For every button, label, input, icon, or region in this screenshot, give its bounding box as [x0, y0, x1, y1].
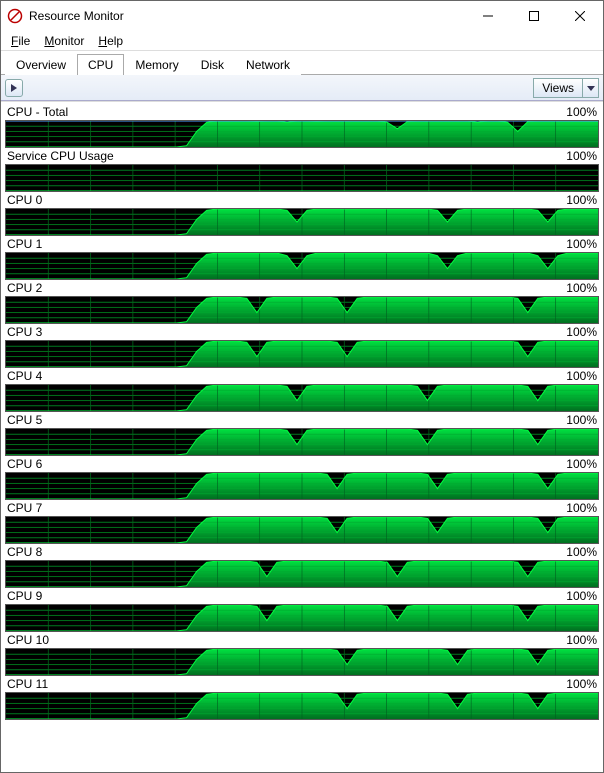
graph-chart: [5, 692, 599, 720]
graph-label: CPU 0: [7, 193, 42, 207]
graph-row: CPU 0 100%: [5, 192, 599, 236]
menu-file[interactable]: File: [5, 32, 36, 50]
graph-header: CPU 6 100%: [5, 456, 599, 472]
graph-chart: [5, 120, 599, 148]
graph-chart: [5, 252, 599, 280]
graph-chart: [5, 428, 599, 456]
graph-header: CPU 0 100%: [5, 192, 599, 208]
menubar: File Monitor Help: [1, 31, 603, 51]
tab-network[interactable]: Network: [235, 54, 301, 75]
graph-max: 100%: [566, 369, 597, 383]
graph-row: CPU 6 100%: [5, 456, 599, 500]
graph-header: CPU 3 100%: [5, 324, 599, 340]
minimize-button[interactable]: [465, 1, 511, 31]
graph-chart: [5, 516, 599, 544]
tab-cpu[interactable]: CPU: [77, 54, 124, 75]
graph-label: CPU 4: [7, 369, 42, 383]
graph-label: CPU 1: [7, 237, 42, 251]
window-title: Resource Monitor: [29, 9, 124, 23]
graph-header: CPU 7 100%: [5, 500, 599, 516]
graph-header: CPU 4 100%: [5, 368, 599, 384]
graph-header: CPU 10 100%: [5, 632, 599, 648]
graph-max: 100%: [566, 501, 597, 515]
graph-max: 100%: [566, 457, 597, 471]
chevron-right-icon: [10, 84, 18, 92]
close-button[interactable]: [557, 1, 603, 31]
graph-row: CPU 10 100%: [5, 632, 599, 676]
graph-row: CPU 3 100%: [5, 324, 599, 368]
maximize-button[interactable]: [511, 1, 557, 31]
graph-chart: [5, 208, 599, 236]
graph-label: CPU 10: [7, 633, 49, 647]
views-label: Views: [534, 81, 582, 95]
graph-max: 100%: [566, 237, 597, 251]
graph-max: 100%: [566, 633, 597, 647]
graph-chart: [5, 384, 599, 412]
graph-label: CPU 9: [7, 589, 42, 603]
titlebar: Resource Monitor: [1, 1, 603, 31]
menu-monitor[interactable]: Monitor: [38, 32, 90, 50]
graph-chart: [5, 296, 599, 324]
graph-label: CPU 11: [7, 677, 48, 691]
graph-label: CPU 8: [7, 545, 42, 559]
graph-max: 100%: [566, 149, 597, 163]
tabs: Overview CPU Memory Disk Network: [1, 51, 603, 75]
graph-chart: [5, 648, 599, 676]
graph-row: CPU 8 100%: [5, 544, 599, 588]
graph-chart: [5, 560, 599, 588]
graph-row: CPU 9 100%: [5, 588, 599, 632]
graph-row: CPU 7 100%: [5, 500, 599, 544]
graph-chart: [5, 340, 599, 368]
tab-overview[interactable]: Overview: [5, 54, 77, 75]
tab-disk[interactable]: Disk: [190, 54, 235, 75]
chevron-down-icon: [587, 84, 595, 92]
expand-button[interactable]: [5, 79, 23, 97]
graph-max: 100%: [566, 677, 597, 691]
panel-strip: Views: [1, 75, 603, 101]
app-icon: [7, 8, 23, 24]
graph-chart: [5, 164, 599, 192]
graph-chart: [5, 472, 599, 500]
graph-label: CPU 2: [7, 281, 42, 295]
graph-header: CPU 9 100%: [5, 588, 599, 604]
graph-header: CPU 1 100%: [5, 236, 599, 252]
graph-header: CPU 2 100%: [5, 280, 599, 296]
graph-label: CPU 7: [7, 501, 42, 515]
menu-file-rest: ile: [18, 34, 30, 48]
graph-header: CPU - Total 100%: [5, 104, 599, 120]
graph-label: CPU 3: [7, 325, 42, 339]
graph-header: CPU 11 100%: [5, 676, 599, 692]
tab-memory[interactable]: Memory: [124, 54, 189, 75]
graph-row: CPU 5 100%: [5, 412, 599, 456]
graph-max: 100%: [566, 105, 597, 119]
graph-label: CPU - Total: [7, 105, 68, 119]
graph-row: CPU - Total 100%: [5, 104, 599, 148]
graph-max: 100%: [566, 325, 597, 339]
graph-header: CPU 8 100%: [5, 544, 599, 560]
graph-header: CPU 5 100%: [5, 412, 599, 428]
graph-header: Service CPU Usage 100%: [5, 148, 599, 164]
graph-row: CPU 1 100%: [5, 236, 599, 280]
graph-max: 100%: [566, 413, 597, 427]
graph-label: CPU 6: [7, 457, 42, 471]
graph-chart: [5, 604, 599, 632]
graphs-container: CPU - Total100%Service CPU Usage100%CPU …: [1, 101, 603, 772]
graph-max: 100%: [566, 589, 597, 603]
resource-monitor-window: Resource Monitor File Monitor Help Overv…: [0, 0, 604, 773]
graph-label: CPU 5: [7, 413, 42, 427]
graph-row: CPU 11 100%: [5, 676, 599, 720]
views-dropdown[interactable]: [582, 79, 598, 97]
graph-max: 100%: [566, 193, 597, 207]
menu-help[interactable]: Help: [92, 32, 129, 50]
graph-max: 100%: [566, 545, 597, 559]
graph-label: Service CPU Usage: [7, 149, 114, 163]
graph-row: CPU 4 100%: [5, 368, 599, 412]
views-button[interactable]: Views: [533, 78, 599, 98]
graph-row: Service CPU Usage 100%: [5, 148, 599, 192]
graph-max: 100%: [566, 281, 597, 295]
graph-row: CPU 2 100%: [5, 280, 599, 324]
